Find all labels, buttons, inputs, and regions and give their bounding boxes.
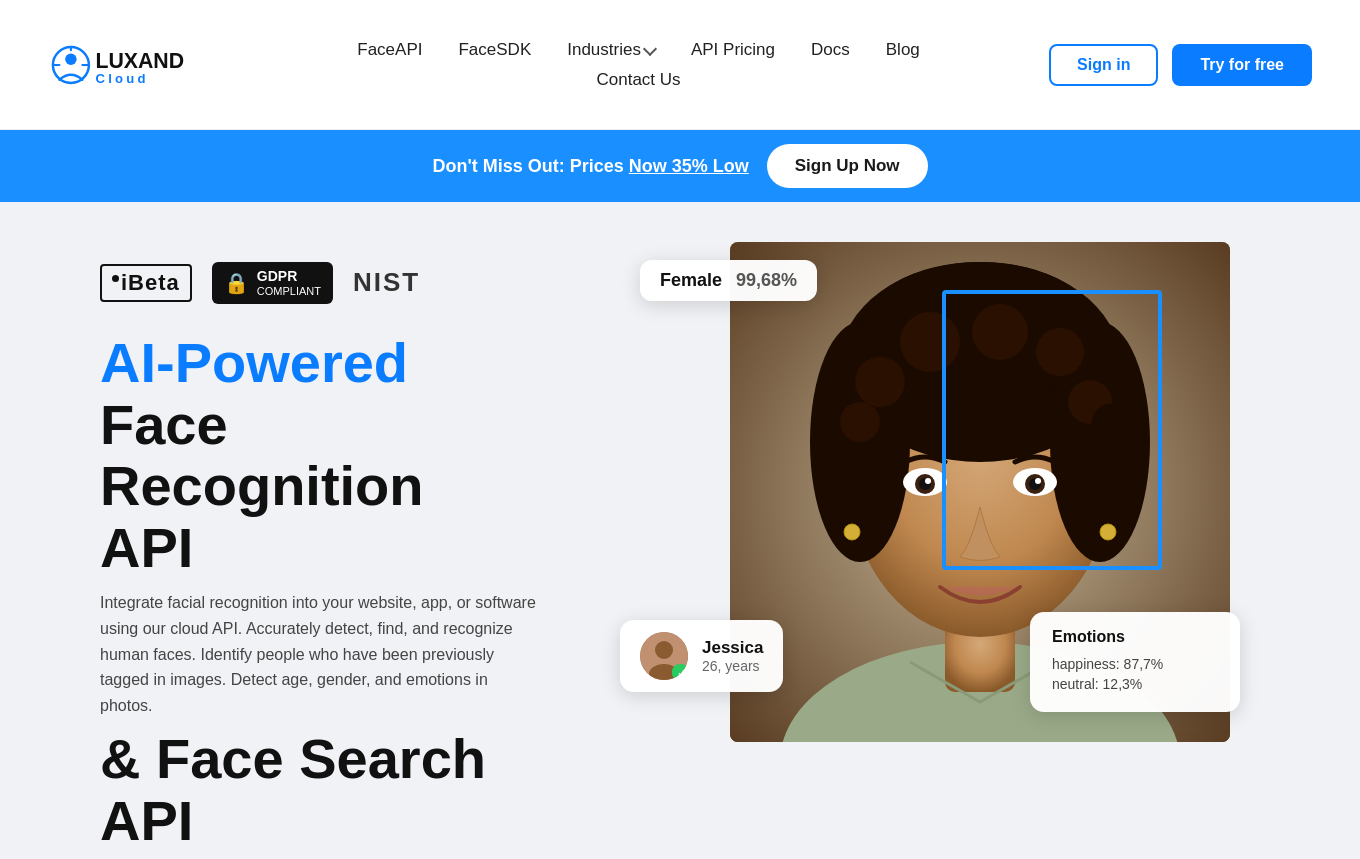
svg-point-15 — [855, 357, 905, 407]
emotion-happiness: happiness: 87,7% — [1052, 656, 1218, 672]
ibeta-badge: iBeta — [100, 264, 192, 302]
svg-point-34 — [655, 641, 673, 659]
emotion-neutral: neutral: 12,3% — [1052, 676, 1218, 692]
signin-button[interactable]: Sign in — [1049, 44, 1158, 86]
person-avatar: ✓ — [640, 632, 688, 680]
svg-point-21 — [832, 454, 868, 490]
svg-point-31 — [844, 524, 860, 540]
ibeta-dot — [112, 275, 119, 282]
nist-badge: NIST — [353, 267, 420, 298]
certification-badges: iBeta 🔒 GDPR COMPLIANT NIST — [100, 262, 620, 304]
banner-text: Don't Miss Out: Prices Now 35% Low — [432, 156, 748, 177]
face-detection-box — [942, 290, 1162, 570]
nav-api-pricing[interactable]: API Pricing — [691, 40, 775, 60]
svg-point-26 — [925, 478, 931, 484]
nav-blog[interactable]: Blog — [886, 40, 920, 60]
signup-now-button[interactable]: Sign Up Now — [767, 144, 928, 188]
gender-label: Female — [660, 270, 722, 291]
gdpr-main-text: GDPR — [257, 268, 321, 285]
svg-text:LUXAND: LUXAND — [95, 49, 184, 73]
nav-links: FaceAPI FaceSDK Industries API Pricing D… — [357, 40, 920, 90]
person-info: Jessica 26, years — [702, 638, 763, 674]
nav-facesdk[interactable]: FaceSDK — [458, 40, 531, 60]
promo-banner: Don't Miss Out: Prices Now 35% Low Sign … — [0, 130, 1360, 202]
person-age: 26, years — [702, 658, 763, 674]
svg-point-1 — [65, 53, 76, 64]
nav-docs[interactable]: Docs — [811, 40, 850, 60]
nav-industries[interactable]: Industries — [567, 40, 655, 60]
nav-faceapi[interactable]: FaceAPI — [357, 40, 422, 60]
svg-text:Cloud: Cloud — [95, 71, 148, 86]
navbar: LUXAND Cloud FaceAPI FaceSDK Industries … — [0, 0, 1360, 130]
hero-description: Integrate facial recognition into your w… — [100, 590, 540, 718]
gdpr-badge: 🔒 GDPR COMPLIANT — [212, 262, 333, 304]
nav-contact-us[interactable]: Contact Us — [596, 70, 680, 90]
try-free-button[interactable]: Try for free — [1172, 44, 1312, 86]
svg-point-20 — [840, 402, 880, 442]
chevron-down-icon — [643, 41, 657, 55]
face-demo: Female 99,68% — [650, 242, 1230, 762]
gender-badge: Female 99,68% — [640, 260, 817, 301]
gdpr-sub-text: COMPLIANT — [257, 285, 321, 298]
person-badge: ✓ Jessica 26, years — [620, 620, 783, 692]
gdpr-icon: 🔒 — [224, 271, 249, 295]
logo[interactable]: LUXAND Cloud — [48, 25, 228, 105]
person-name: Jessica — [702, 638, 763, 658]
hero-title-2: & Face Search API — [100, 728, 620, 851]
gender-confidence: 99,68% — [736, 270, 797, 291]
emotions-title: Emotions — [1052, 628, 1218, 646]
hero-left: iBeta 🔒 GDPR COMPLIANT NIST AI-Powered F… — [100, 262, 620, 859]
emotions-badge: Emotions happiness: 87,7% neutral: 12,3% — [1030, 612, 1240, 712]
nav-actions: Sign in Try for free — [1049, 44, 1312, 86]
main-section: iBeta 🔒 GDPR COMPLIANT NIST AI-Powered F… — [0, 202, 1360, 859]
hero-right: Female 99,68% — [620, 262, 1260, 859]
hero-title-1: AI-Powered Face Recognition API — [100, 332, 620, 578]
